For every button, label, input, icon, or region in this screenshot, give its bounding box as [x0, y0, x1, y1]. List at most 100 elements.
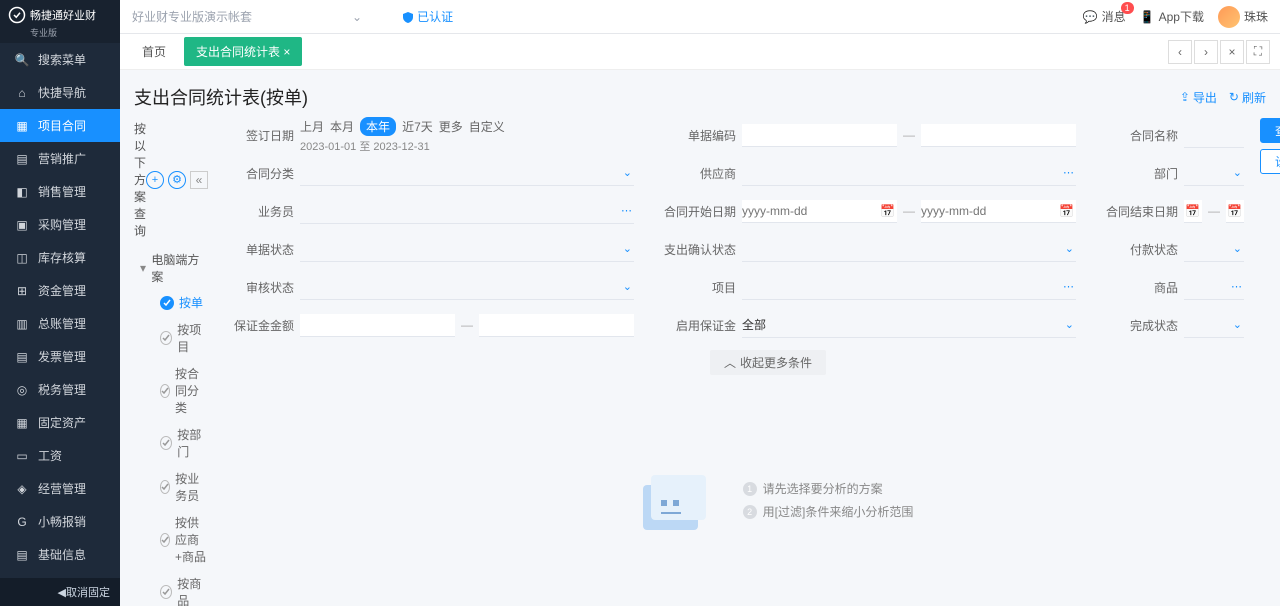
avatar: [1218, 6, 1240, 28]
date-preset-3[interactable]: 近7天: [402, 118, 433, 135]
supplier-select[interactable]: [742, 166, 1076, 180]
scheme-child-2[interactable]: 按合同分类: [134, 360, 208, 421]
deposit-to-input[interactable]: [479, 314, 634, 337]
audit-status-select[interactable]: [300, 280, 634, 294]
tab-expense-contract-report[interactable]: 支出合同统计表 ×: [184, 37, 302, 66]
tab-home[interactable]: 首页: [130, 37, 178, 66]
scheme-child-1[interactable]: 按项目: [134, 316, 208, 360]
chevron-down-icon[interactable]: ⌄: [623, 166, 632, 179]
ellipsis-icon[interactable]: ⋯: [1063, 280, 1074, 293]
sidebar-item-13[interactable]: ◈经营管理: [0, 472, 120, 505]
scheme-collapse-button[interactable]: «: [190, 171, 208, 189]
scheme-group-pc[interactable]: ▾ 电脑端方案: [134, 247, 208, 289]
sidebar-item-11[interactable]: ▦固定资产: [0, 406, 120, 439]
deposit-from-input[interactable]: [300, 314, 455, 337]
caret-down-icon: ▾: [140, 261, 149, 275]
calendar-icon[interactable]: 📅: [1059, 204, 1074, 218]
empty-step-2: 用[过滤]条件来缩小分析范围: [763, 503, 914, 520]
scheme-child-3[interactable]: 按部门: [134, 421, 208, 465]
export-button[interactable]: ⇪导出: [1180, 89, 1217, 106]
scheme-child-0[interactable]: 按单: [134, 289, 208, 316]
scheme-add-button[interactable]: +: [146, 171, 164, 189]
chevron-down-icon[interactable]: ⌄: [623, 280, 632, 293]
brand-name: 畅捷通好业财: [30, 7, 96, 23]
close-icon[interactable]: ×: [283, 45, 290, 59]
project-select[interactable]: [742, 280, 1076, 294]
sidebar-item-15[interactable]: ▤基础信息: [0, 538, 120, 571]
deposit-enable-select[interactable]: [742, 318, 1076, 332]
calendar-icon[interactable]: 📅: [1227, 204, 1242, 218]
label-goods: 商品: [1106, 279, 1178, 296]
collapse-filters-button[interactable]: ︿ 收起更多条件: [710, 350, 826, 375]
scheme-child-6[interactable]: 按商品: [134, 570, 208, 606]
contract-name-input[interactable]: [1184, 128, 1244, 142]
app-download-link[interactable]: 📱 App下载: [1140, 8, 1204, 25]
date-preset-4[interactable]: 更多: [439, 118, 463, 135]
chevron-down-icon[interactable]: ⌄: [1065, 242, 1074, 255]
ellipsis-icon[interactable]: ⋯: [1231, 280, 1242, 293]
sidebar-item-5[interactable]: ▣采购管理: [0, 208, 120, 241]
sidebar-item-4[interactable]: ◧销售管理: [0, 175, 120, 208]
sidebar-item-3[interactable]: ▤营销推广: [0, 142, 120, 175]
sidebar-item-2[interactable]: ▦项目合同: [0, 109, 120, 142]
date-preset-0[interactable]: 上月: [300, 118, 324, 135]
shield-icon: [402, 11, 414, 23]
scheme-settings-button[interactable]: ⚙: [168, 171, 186, 189]
ellipsis-icon[interactable]: ⋯: [1063, 166, 1074, 179]
query-button[interactable]: 查询: [1260, 118, 1280, 143]
account-set-selector[interactable]: 好业财专业版演示帐套 ⌄: [132, 8, 362, 25]
settings-button[interactable]: 设置: [1260, 149, 1280, 174]
sidebar-item-7[interactable]: ⊞资金管理: [0, 274, 120, 307]
start-date-from-input[interactable]: [742, 200, 897, 223]
tab-fullscreen-button[interactable]: ⛶: [1246, 40, 1270, 64]
label-finish-status: 完成状态: [1106, 317, 1178, 334]
date-preset-5[interactable]: 自定义: [469, 118, 505, 135]
scheme-child-5[interactable]: 按供应商+商品: [134, 509, 208, 570]
empty-state: 1请先选择要分析的方案 2用[过滤]条件来缩小分析范围: [222, 455, 1280, 545]
chevron-down-icon[interactable]: ⌄: [1233, 242, 1242, 255]
date-preset-1[interactable]: 本月: [330, 118, 354, 135]
chevron-down-icon[interactable]: ⌄: [1065, 318, 1074, 331]
refresh-button[interactable]: ↻刷新: [1229, 89, 1266, 106]
chevron-down-icon[interactable]: ⌄: [1233, 166, 1242, 179]
sidebar-footer-pin[interactable]: ◀ 取消固定: [0, 578, 120, 606]
step-2-badge: 2: [743, 505, 757, 519]
start-date-to-input[interactable]: [921, 200, 1076, 223]
sidebar-item-8[interactable]: ▥总账管理: [0, 307, 120, 340]
ellipsis-icon[interactable]: ⋯: [621, 204, 632, 217]
contract-class-select[interactable]: [300, 166, 634, 180]
calendar-icon[interactable]: 📅: [1185, 204, 1200, 218]
calendar-icon[interactable]: 📅: [880, 204, 895, 218]
sidebar-item-9[interactable]: ▤发票管理: [0, 340, 120, 373]
menu-icon: ▤: [14, 547, 30, 563]
sidebar-item-1[interactable]: ⌂快捷导航: [0, 76, 120, 109]
expense-confirm-select[interactable]: [742, 242, 1076, 256]
bill-no-from-input[interactable]: [742, 124, 897, 147]
chevron-down-icon[interactable]: ⌄: [1233, 318, 1242, 331]
sidebar-item-16[interactable]: ⚙系统管理: [0, 571, 120, 578]
sidebar-item-10[interactable]: ◎税务管理: [0, 373, 120, 406]
scheme-child-4[interactable]: 按业务员: [134, 465, 208, 509]
menu-icon: ◈: [14, 481, 30, 497]
sidebar-item-0[interactable]: 🔍搜索菜单: [0, 43, 120, 76]
sidebar-item-14[interactable]: G小畅报销: [0, 505, 120, 538]
page-header: 支出合同统计表(按单) ⇪导出 ↻刷新: [134, 80, 1266, 120]
user-menu[interactable]: 珠珠: [1218, 6, 1268, 28]
menu-icon: ▥: [14, 316, 30, 332]
tab-prev-button[interactable]: ‹: [1168, 40, 1192, 64]
menu-icon: ◎: [14, 382, 30, 398]
tab-close-button[interactable]: ×: [1220, 40, 1244, 64]
salesman-select[interactable]: [300, 204, 634, 218]
sidebar-item-6[interactable]: ◫库存核算: [0, 241, 120, 274]
bill-no-to-input[interactable]: [921, 124, 1076, 147]
empty-illustration: [623, 455, 723, 545]
tab-next-button[interactable]: ›: [1194, 40, 1218, 64]
date-preset-2[interactable]: 本年: [360, 117, 396, 136]
scheme-item-icon: [160, 331, 172, 345]
sidebar-item-12[interactable]: ▭工资: [0, 439, 120, 472]
chevron-down-icon[interactable]: ⌄: [623, 242, 632, 255]
messages-link[interactable]: 💬 消息 1: [1083, 8, 1126, 25]
bill-status-select[interactable]: [300, 242, 634, 256]
label-bill-status: 单据状态: [222, 241, 294, 258]
scheme-item-icon: [160, 296, 174, 310]
